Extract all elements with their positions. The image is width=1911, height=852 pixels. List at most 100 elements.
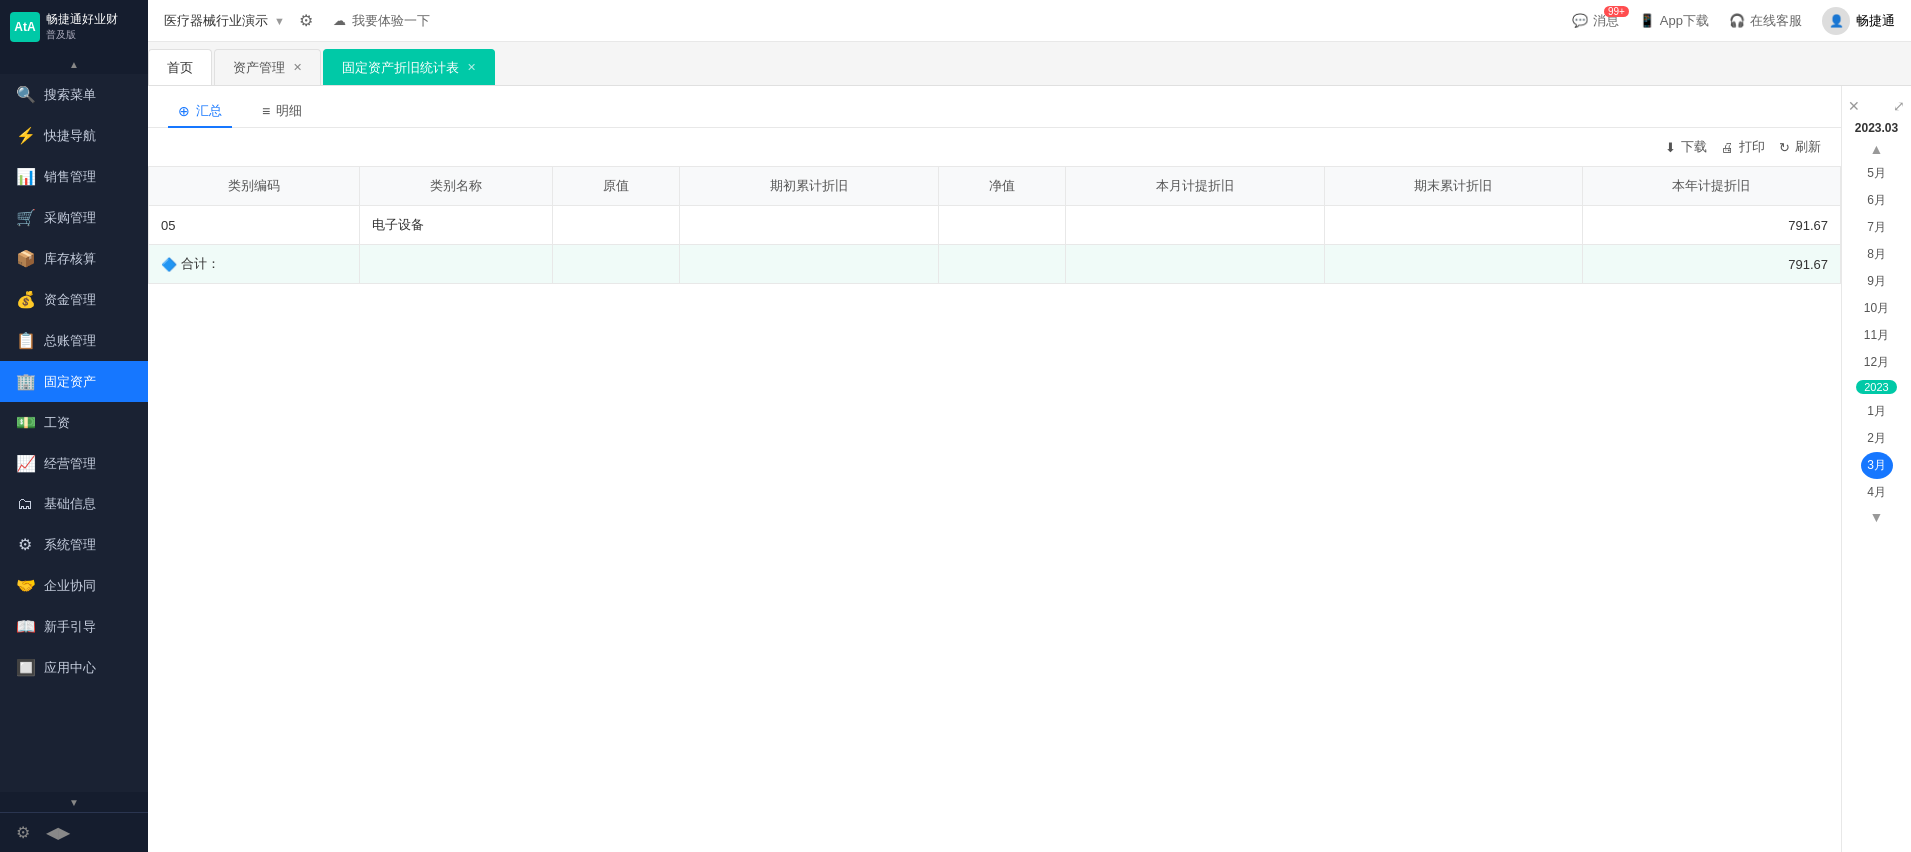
download-button[interactable]: ⬇ 下载 — [1665, 138, 1707, 156]
sidebar-item-fixed-assets[interactable]: 🏢 固定资产 — [0, 361, 148, 402]
month-item[interactable]: 4月 — [1842, 479, 1911, 506]
table-row[interactable]: 05 电子设备 791.67 — [149, 206, 1841, 245]
download-icon: 📱 — [1639, 13, 1655, 28]
sidebar-item-app-center[interactable]: 🔲 应用中心 — [0, 647, 148, 688]
col-net-value: 净值 — [938, 167, 1066, 206]
month-item[interactable]: 8月 — [1842, 241, 1911, 268]
tab-asset-mgmt[interactable]: 资产管理 ✕ — [214, 49, 321, 85]
month-item[interactable]: 1月 — [1842, 398, 1911, 425]
app-logo: AtA 畅捷通好业财 普及版 — [0, 0, 148, 54]
cell-annual-dep: 791.67 — [1582, 206, 1840, 245]
sidebar-item-ledger[interactable]: 📋 总账管理 — [0, 320, 148, 361]
table-header-row: 类别编码 类别名称 原值 期初累计折旧 净值 本月计提折旧 期末累计折旧 本年计… — [149, 167, 1841, 206]
sidebar-scroll-up[interactable]: ▲ — [0, 54, 148, 74]
sidebar-item-finance[interactable]: 💰 资金管理 — [0, 279, 148, 320]
app-download-label: App下载 — [1660, 12, 1709, 30]
tab-depreciation-close-icon[interactable]: ✕ — [467, 61, 476, 74]
sidebar-item-operations[interactable]: 📈 经营管理 — [0, 443, 148, 484]
sales-icon: 📊 — [16, 167, 34, 186]
prev-months-section: 5月 6月 7月 8月 9月 10月 11月 12月 — [1842, 160, 1911, 376]
print-button[interactable]: 🖨 打印 — [1721, 138, 1765, 156]
payroll-icon: 💵 — [16, 413, 34, 432]
settings-icon[interactable]: ⚙ — [16, 823, 30, 842]
search-icon: 🔍 — [16, 85, 34, 104]
refresh-icon: ↻ — [1779, 140, 1790, 155]
year-current-label: 2023.03 — [1842, 118, 1911, 138]
tab-home[interactable]: 首页 — [148, 49, 212, 85]
sidebar-item-collab[interactable]: 🤝 企业协同 — [0, 565, 148, 606]
year-2023-header[interactable]: 2023 — [1850, 376, 1902, 398]
col-monthly-dep: 本月计提折旧 — [1066, 167, 1324, 206]
month-item[interactable]: 5月 — [1842, 160, 1911, 187]
online-service-button[interactable]: 🎧 在线客服 — [1729, 12, 1802, 30]
date-panel-close-icon[interactable]: ✕ — [1848, 98, 1860, 114]
sidebar: AtA 畅捷通好业财 普及版 ▲ 🔍 搜索菜单 ⚡ 快捷导航 📊 销售管理 🛒 … — [0, 0, 148, 852]
month-item[interactable]: 10月 — [1842, 295, 1911, 322]
sidebar-item-label: 新手引导 — [44, 618, 96, 636]
operations-icon: 📈 — [16, 454, 34, 473]
company-selector[interactable]: 医疗器械行业演示 ▼ — [164, 12, 285, 30]
month-item[interactable]: 6月 — [1842, 187, 1911, 214]
sidebar-item-label: 系统管理 — [44, 536, 96, 554]
col-end-dep: 期末累计折旧 — [1324, 167, 1582, 206]
experience-button[interactable]: ☁ 我要体验一下 — [333, 12, 430, 30]
sidebar-item-purchase[interactable]: 🛒 采购管理 — [0, 197, 148, 238]
total-net-value — [938, 245, 1066, 284]
date-panel-header: ✕ ⤢ — [1842, 94, 1911, 118]
scroll-down-arrow[interactable]: ▼ — [1842, 506, 1911, 528]
col-original: 原值 — [552, 167, 680, 206]
sidebar-item-system[interactable]: ⚙ 系统管理 — [0, 524, 148, 565]
tab-asset-mgmt-label: 资产管理 — [233, 59, 285, 77]
user-area[interactable]: 👤 畅捷通 — [1822, 7, 1895, 35]
cell-name: 电子设备 — [359, 206, 552, 245]
month-item[interactable]: 12月 — [1842, 349, 1911, 376]
sidebar-item-label: 固定资产 — [44, 373, 96, 391]
month-item[interactable]: 9月 — [1842, 268, 1911, 295]
month-item[interactable]: 2月 — [1842, 425, 1911, 452]
sub-tab-detail[interactable]: ≡ 明细 — [252, 96, 312, 128]
sidebar-item-basic-info[interactable]: 🗂 基础信息 — [0, 484, 148, 524]
inventory-icon: 📦 — [16, 249, 34, 268]
sidebar-item-label: 应用中心 — [44, 659, 96, 677]
sidebar-item-label: 基础信息 — [44, 495, 96, 513]
sub-tab-detail-label: 明细 — [276, 102, 302, 120]
purchase-icon: 🛒 — [16, 208, 34, 227]
sub-tab-summary[interactable]: ⊕ 汇总 — [168, 96, 232, 128]
sidebar-item-quick-nav[interactable]: ⚡ 快捷导航 — [0, 115, 148, 156]
sidebar-item-label: 资金管理 — [44, 291, 96, 309]
month-item[interactable]: 11月 — [1842, 322, 1911, 349]
message-badge: 99+ — [1604, 6, 1629, 17]
total-name — [359, 245, 552, 284]
cloud-icon: ☁ — [333, 13, 346, 28]
app-name: 畅捷通好业财 — [46, 12, 118, 28]
sub-tabs: ⊕ 汇总 ≡ 明细 — [148, 86, 1841, 128]
app-download-button[interactable]: 📱 App下载 — [1639, 12, 1709, 30]
sidebar-item-inventory[interactable]: 📦 库存核算 — [0, 238, 148, 279]
message-button[interactable]: 💬 消息 99+ — [1572, 12, 1619, 30]
cell-monthly-dep — [1066, 206, 1324, 245]
content-area: ⊕ 汇总 ≡ 明细 ⬇ 下载 🖨 打印 ↻ — [148, 86, 1911, 852]
sidebar-item-label: 销售管理 — [44, 168, 96, 186]
summary-tab-icon: ⊕ — [178, 103, 190, 119]
sidebar-item-newbie[interactable]: 📖 新手引导 — [0, 606, 148, 647]
sidebar-item-search[interactable]: 🔍 搜索菜单 — [0, 74, 148, 115]
month-item[interactable]: 7月 — [1842, 214, 1911, 241]
sidebar-item-label: 搜索菜单 — [44, 86, 96, 104]
tab-asset-mgmt-close-icon[interactable]: ✕ — [293, 61, 302, 74]
refresh-button[interactable]: ↻ 刷新 — [1779, 138, 1821, 156]
date-panel-expand-icon[interactable]: ⤢ — [1893, 98, 1905, 114]
refresh-label: 刷新 — [1795, 138, 1821, 156]
tabbar: 首页 资产管理 ✕ 固定资产折旧统计表 ✕ — [148, 42, 1911, 86]
settings-gear-icon[interactable]: ⚙ — [299, 11, 313, 30]
page-content: ⊕ 汇总 ≡ 明细 ⬇ 下载 🖨 打印 ↻ — [148, 86, 1841, 852]
sidebar-item-sales[interactable]: 📊 销售管理 — [0, 156, 148, 197]
sidebar-scroll-down[interactable]: ▼ — [0, 792, 148, 812]
sidebar-item-payroll[interactable]: 💵 工资 — [0, 402, 148, 443]
active-month-item[interactable]: 3月 — [1861, 452, 1893, 479]
collapse-sidebar-icon[interactable]: ◀▶ — [46, 823, 70, 842]
tab-depreciation[interactable]: 固定资产折旧统计表 ✕ — [323, 49, 495, 85]
total-icon: 🔷 — [161, 257, 177, 272]
scroll-up-arrow[interactable]: ▲ — [1842, 138, 1911, 160]
sub-tab-summary-label: 汇总 — [196, 102, 222, 120]
cell-code: 05 — [149, 206, 360, 245]
